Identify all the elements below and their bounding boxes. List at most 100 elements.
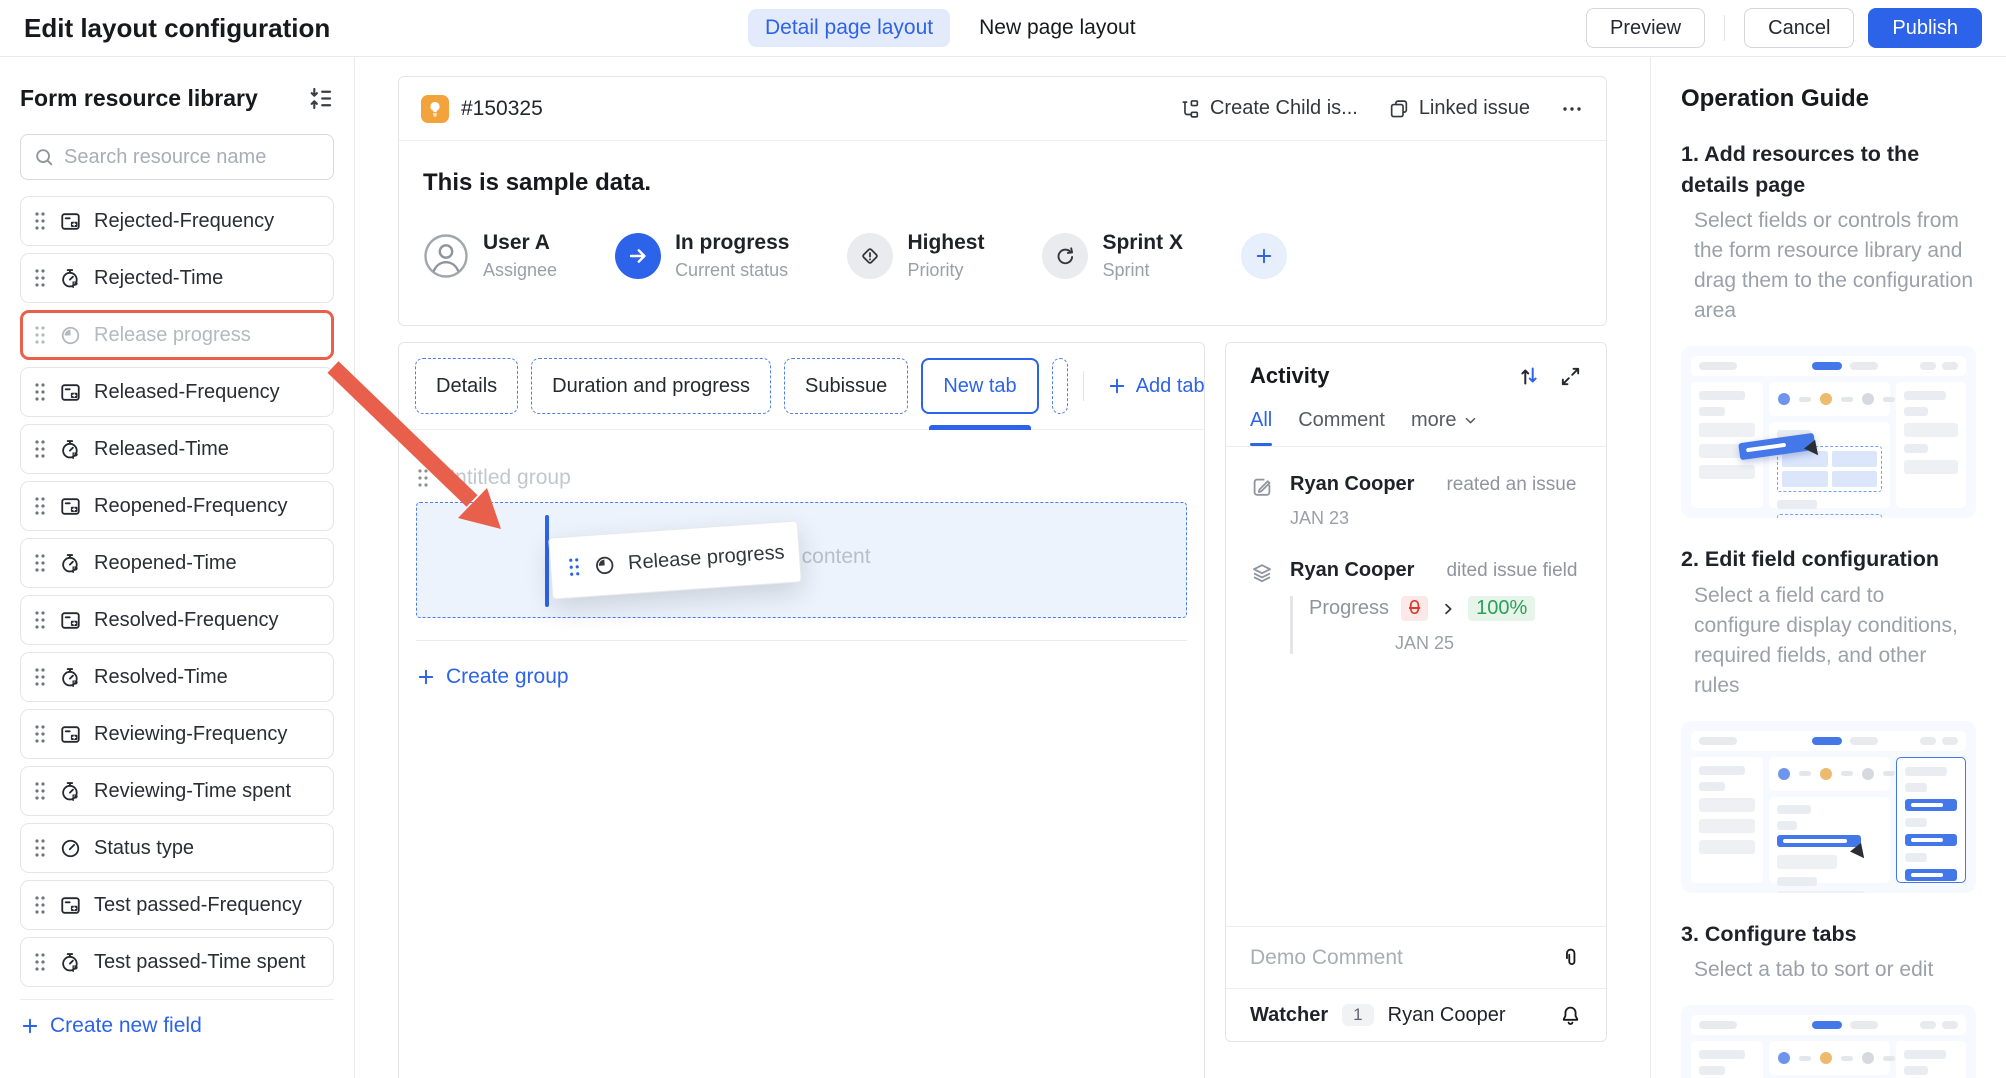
resource-item-label: Reopened-Time (94, 551, 237, 574)
activity-filter-more[interactable]: more (1411, 409, 1478, 446)
topbar-actions: Preview Cancel Publish (1585, 8, 1982, 48)
create-group-link[interactable]: Create group (416, 665, 1187, 689)
drag-handle-icon[interactable] (33, 381, 47, 403)
avatar-icon (423, 233, 469, 279)
drag-handle-icon[interactable] (33, 951, 47, 973)
resource-item-label: Resolved-Frequency (94, 608, 279, 631)
issue-body: This is sample data. User A Assignee In … (399, 141, 1606, 301)
time-icon: P (59, 951, 82, 974)
comment-input[interactable]: Demo Comment (1226, 926, 1606, 988)
tab-new-page-layout[interactable]: New page layout (962, 9, 1152, 47)
drag-handle-icon[interactable] (33, 267, 47, 289)
resource-item[interactable]: Reopened-Frequency (20, 481, 334, 531)
tab-detail-page-layout[interactable]: Detail page layout (748, 9, 951, 47)
tab-label: Duration and progress (552, 374, 751, 397)
resource-item[interactable]: P Reopened-Time (20, 538, 334, 588)
drag-handle-icon[interactable] (33, 552, 47, 574)
cancel-button[interactable]: Cancel (1744, 8, 1855, 48)
more-actions-button[interactable] (1560, 97, 1584, 121)
resource-item[interactable]: Release progress (20, 310, 334, 360)
group-divider (416, 640, 1187, 641)
drag-handle-icon[interactable] (33, 495, 47, 517)
guide-step-title: 3. Configure tabs (1681, 921, 1857, 946)
collapse-library-icon[interactable] (307, 85, 334, 112)
drag-handle-icon[interactable] (33, 837, 47, 859)
issue-field[interactable]: Sprint X Sprint (1042, 231, 1183, 281)
drag-handle-icon[interactable] (33, 324, 47, 346)
field-value: Highest (907, 231, 985, 254)
preview-button[interactable]: Preview (1585, 8, 1706, 48)
drag-handle-icon[interactable] (33, 723, 47, 745)
create-child-issue-button[interactable]: Create Child is... (1179, 97, 1358, 120)
resource-item[interactable]: Test passed-Frequency (20, 880, 334, 930)
group-label-row: Untitled group (416, 466, 1187, 490)
add-tab-button[interactable]: Add tab (1099, 375, 1213, 398)
dragged-field-card[interactable]: Release progress (548, 520, 802, 600)
layers-icon (1250, 561, 1274, 654)
guide-step: 3. Configure tabs Select a tab to sort o… (1681, 919, 1976, 1078)
activity-user[interactable]: Ryan Cooper (1290, 559, 1414, 582)
status-icon (59, 837, 82, 860)
resource-search[interactable] (20, 134, 334, 180)
field-value: Sprint X (1102, 231, 1183, 254)
operation-guide-title: Operation Guide (1681, 85, 1870, 112)
linked-issue-button[interactable]: Linked issue (1388, 97, 1530, 120)
tab-divider (1082, 371, 1084, 401)
resource-item[interactable]: P Rejected-Time (20, 253, 334, 303)
expand-icon[interactable] (1559, 365, 1582, 388)
drag-handle-icon[interactable] (33, 609, 47, 631)
resource-item[interactable]: P Reviewing-Time spent (20, 766, 334, 816)
guide-step-title: 1. Add resources to the details page (1681, 142, 1920, 197)
resource-item-label: Rejected-Frequency (94, 209, 275, 232)
paperclip-icon[interactable] (1559, 946, 1582, 969)
activity-filter-all[interactable]: All (1250, 409, 1273, 446)
issue-field[interactable]: In progress Current status (615, 231, 789, 281)
field-label: Priority (907, 260, 964, 280)
activity-user[interactable]: Ryan Cooper (1290, 473, 1414, 496)
bell-icon[interactable] (1559, 1004, 1582, 1027)
sprint-icon (1042, 233, 1089, 279)
publish-button[interactable]: Publish (1868, 8, 1982, 48)
resource-item[interactable]: Reviewing-Frequency (20, 709, 334, 759)
create-new-field-link[interactable]: Create new field (20, 999, 334, 1038)
resource-item-label: Test passed-Frequency (94, 893, 302, 916)
resource-item[interactable]: Rejected-Frequency (20, 196, 334, 246)
edit-layout-configuration-page: Edit layout configuration Detail page la… (0, 0, 2006, 1078)
page-title: Edit layout configuration (24, 12, 331, 43)
add-field-button[interactable] (1240, 233, 1287, 279)
resource-item[interactable]: P Test passed-Time spent (20, 937, 334, 987)
resource-item[interactable]: Resolved-Frequency (20, 595, 334, 645)
drag-handle-icon[interactable] (33, 210, 47, 232)
resource-item[interactable]: P Released-Time (20, 424, 334, 474)
watcher-count-badge[interactable]: 1 (1342, 1004, 1374, 1026)
resource-item[interactable]: Released-Frequency (20, 367, 334, 417)
time-icon: P (59, 267, 82, 290)
drag-handle-icon[interactable] (33, 666, 47, 688)
activity-date: JAN 23 (1290, 508, 1350, 528)
tab-subissue[interactable]: Subissue (784, 358, 909, 414)
search-icon (33, 146, 55, 168)
resource-item-label: Reviewing-Frequency (94, 722, 288, 745)
resource-item[interactable]: Status type (20, 823, 334, 873)
activity-filter-comment[interactable]: Comment (1298, 409, 1385, 446)
issue-field[interactable]: Highest Priority (847, 231, 984, 281)
sort-icon[interactable] (1517, 364, 1541, 388)
guide-step-thumbnail (1681, 346, 1976, 519)
drag-handle-icon[interactable] (33, 894, 47, 916)
search-input[interactable] (64, 145, 321, 169)
frequency-icon (59, 495, 82, 518)
sidebar-title: Form resource library (20, 85, 258, 111)
watcher-name[interactable]: Ryan Cooper (1388, 1004, 1506, 1027)
issue-field[interactable]: User A Assignee (423, 231, 557, 281)
resource-item[interactable]: P Resolved-Time (20, 652, 334, 702)
tab-li[interactable]: Li (1051, 358, 1068, 414)
drag-handle-icon[interactable] (33, 780, 47, 802)
drag-handle-icon[interactable] (33, 438, 47, 460)
tab-new-tab[interactable]: New tab (921, 358, 1039, 430)
tab-details[interactable]: Details (415, 358, 519, 414)
group-title[interactable]: Untitled group (440, 466, 571, 490)
old-value: 0 (1401, 596, 1429, 621)
drag-handle-icon[interactable] (416, 467, 430, 489)
tab-duration-and-progress[interactable]: Duration and progress (531, 358, 772, 414)
field-drop-zone[interactable]: No content Release progress (416, 502, 1187, 618)
